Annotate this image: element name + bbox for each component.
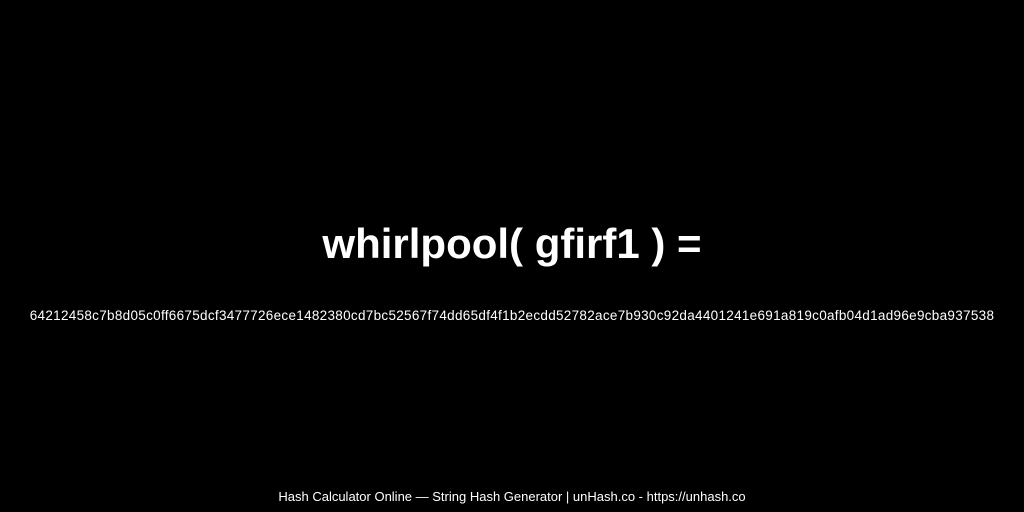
main-content: whirlpool( gfirf1 ) = 64212458c7b8d05c0f… <box>30 220 995 323</box>
hash-output: 64212458c7b8d05c0ff6675dcf3477726ece1482… <box>30 308 995 323</box>
footer-text: Hash Calculator Online — String Hash Gen… <box>0 489 1024 504</box>
hash-expression: whirlpool( gfirf1 ) = <box>322 220 701 268</box>
